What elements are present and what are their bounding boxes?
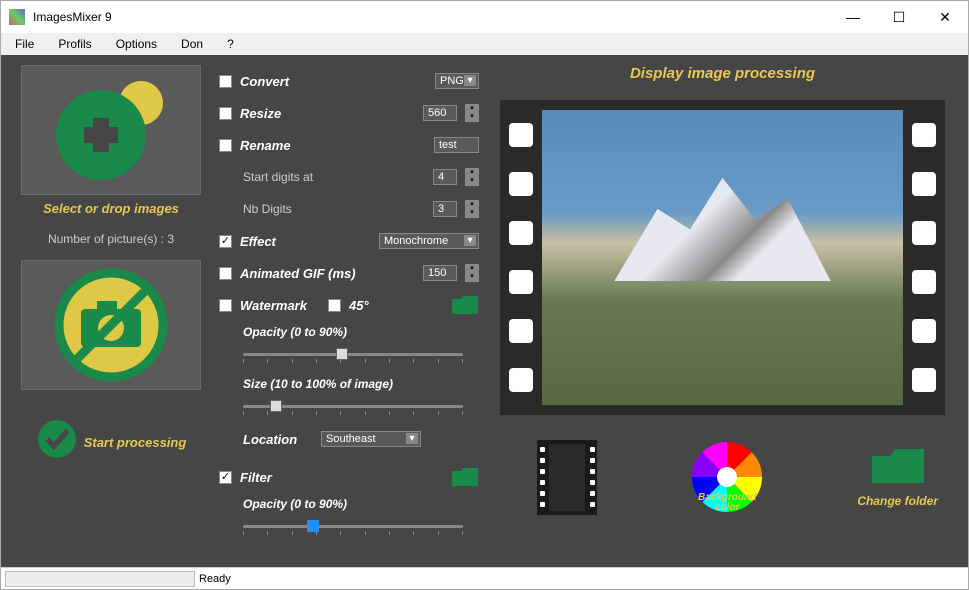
left-column: Select or drop images Number of picture(… — [11, 65, 211, 567]
nb-digits-label: Nb Digits — [219, 202, 425, 216]
filter-folder-icon[interactable] — [451, 467, 479, 487]
preview-title: Display image processing — [630, 65, 815, 82]
content-area: Select or drop images Number of picture(… — [1, 55, 968, 567]
effect-label: Effect — [240, 234, 371, 249]
effect-select[interactable]: Monochrome — [379, 233, 479, 249]
sprocket-left — [500, 110, 542, 405]
convert-checkbox[interactable] — [219, 75, 232, 88]
minimize-button[interactable]: — — [830, 1, 876, 33]
filter-label: Filter — [240, 470, 443, 485]
watermark-folder-icon[interactable] — [451, 295, 479, 315]
sprocket-right — [903, 110, 945, 405]
progress-bar — [5, 571, 195, 587]
start-processing-label: Start processing — [84, 435, 187, 450]
menu-help[interactable]: ? — [217, 35, 244, 53]
gif-checkbox[interactable] — [219, 267, 232, 280]
convert-format-select[interactable]: PNG — [435, 73, 479, 89]
drop-zone[interactable] — [21, 65, 201, 195]
rename-label: Rename — [240, 138, 426, 153]
resize-label: Resize — [240, 106, 415, 121]
resize-spinner[interactable]: ▴▾ — [465, 104, 479, 122]
watermark-opacity-slider[interactable] — [243, 345, 463, 363]
no-camera-icon — [51, 265, 171, 385]
add-images-icon — [46, 75, 176, 185]
menu-don[interactable]: Don — [171, 35, 213, 53]
resize-checkbox[interactable] — [219, 107, 232, 120]
filter-opacity-slider[interactable] — [243, 517, 463, 535]
picture-count-label: Number of picture(s) : 3 — [48, 232, 174, 246]
effect-checkbox[interactable] — [219, 235, 232, 248]
background-color-button[interactable]: Background color — [687, 437, 767, 517]
watermark-size-slider[interactable] — [243, 397, 463, 415]
rename-value-input[interactable]: test — [434, 137, 479, 153]
options-column: Convert PNG Resize 560 ▴▾ Rename test St… — [219, 65, 479, 567]
start-processing-button[interactable]: Start processing — [36, 418, 187, 460]
watermark-label: Watermark — [240, 298, 320, 313]
preview-thumbnail[interactable] — [21, 260, 201, 390]
watermark-size-label: Size (10 to 100% of image) — [243, 377, 479, 391]
right-column: Display image processing — [487, 65, 958, 567]
app-icon — [9, 9, 25, 25]
preview-image — [542, 110, 903, 405]
change-folder-button[interactable]: Change folder — [857, 446, 938, 508]
filter-checkbox[interactable] — [219, 471, 232, 484]
start-digits-input[interactable]: 4 — [433, 169, 457, 185]
menu-file[interactable]: File — [5, 35, 44, 53]
select-images-label: Select or drop images — [43, 201, 179, 216]
watermark-location-label: Location — [243, 432, 313, 447]
app-title: ImagesMixer 9 — [33, 10, 830, 24]
convert-label: Convert — [240, 74, 427, 89]
menu-profils[interactable]: Profils — [48, 35, 101, 53]
start-digits-label: Start digits at — [219, 170, 425, 184]
start-digits-spinner[interactable]: ▴▾ — [465, 168, 479, 186]
checkmark-icon — [36, 418, 78, 460]
titlebar: ImagesMixer 9 — ☐ ✕ — [1, 1, 968, 33]
change-folder-label: Change folder — [857, 494, 938, 508]
mini-filmstrip-button[interactable] — [537, 440, 597, 515]
preview-filmstrip — [500, 100, 945, 415]
resize-value-input[interactable]: 560 — [423, 105, 457, 121]
close-button[interactable]: ✕ — [922, 1, 968, 33]
gif-label: Animated GIF (ms) — [240, 266, 415, 281]
status-text: Ready — [199, 573, 231, 585]
menubar: File Profils Options Don ? — [1, 33, 968, 55]
watermark-45-label: 45° — [349, 298, 369, 313]
statusbar: Ready — [1, 567, 968, 589]
folder-icon — [870, 446, 926, 486]
menu-options[interactable]: Options — [106, 35, 167, 53]
app-window: ImagesMixer 9 — ☐ ✕ File Profils Options… — [0, 0, 969, 590]
watermark-opacity-label: Opacity (0 to 90%) — [243, 325, 479, 339]
rename-checkbox[interactable] — [219, 139, 232, 152]
maximize-button[interactable]: ☐ — [876, 1, 922, 33]
watermark-45-checkbox[interactable] — [328, 299, 341, 312]
filter-opacity-label: Opacity (0 to 90%) — [243, 497, 479, 511]
background-color-label: Background color — [687, 493, 767, 513]
watermark-checkbox[interactable] — [219, 299, 232, 312]
watermark-location-select[interactable]: Southeast — [321, 431, 421, 447]
gif-spinner[interactable]: ▴▾ — [465, 264, 479, 282]
nb-digits-spinner[interactable]: ▴▾ — [465, 200, 479, 218]
gif-value-input[interactable]: 150 — [423, 265, 457, 281]
nb-digits-input[interactable]: 3 — [433, 201, 457, 217]
